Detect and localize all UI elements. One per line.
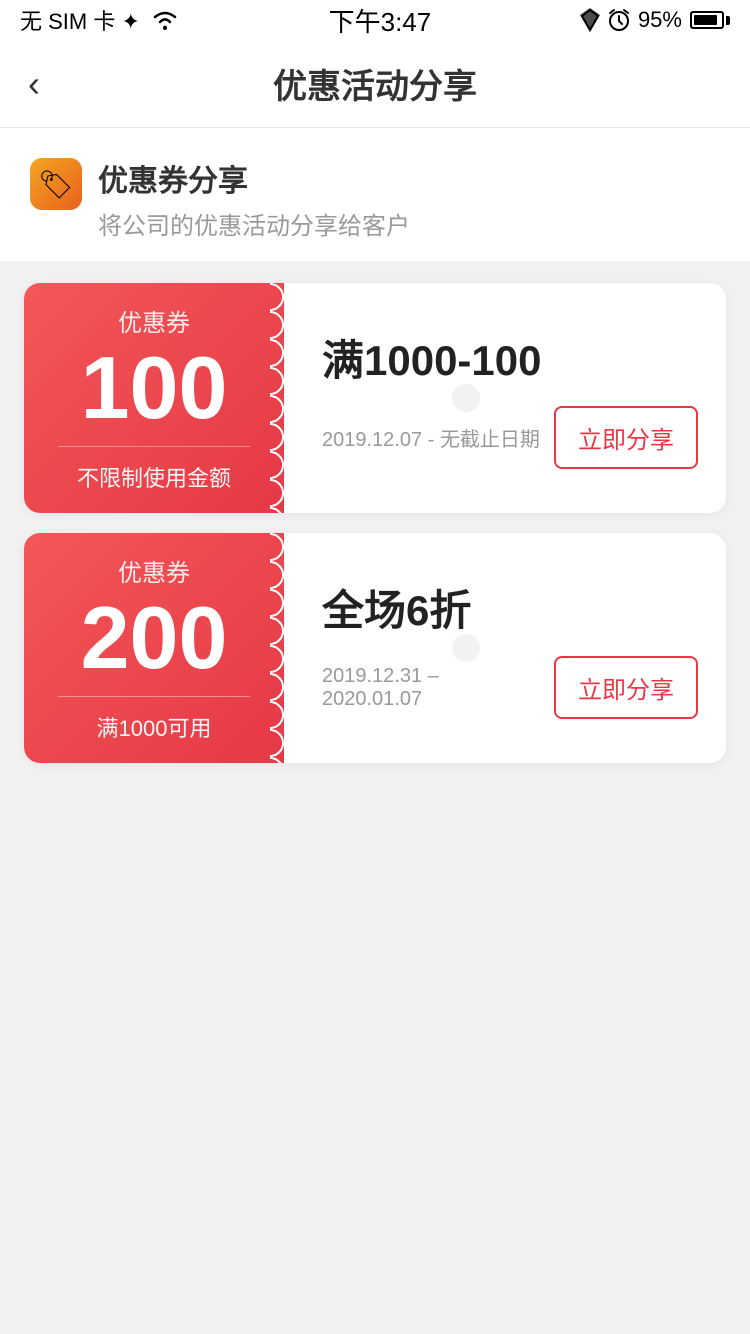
coupon-right-2: 全场6折 2019.12.31 – 2020.01.07 立即分享	[284, 533, 726, 763]
coupon-icon: 🏷	[38, 168, 74, 201]
wifi-icon	[150, 9, 180, 31]
coupon-name-2: 全场6折	[322, 577, 698, 638]
coupon-amount-2: 200	[81, 594, 228, 682]
battery-percent: 95%	[638, 7, 682, 33]
share-button-1[interactable]: 立即分享	[554, 406, 698, 469]
coupon-date-2: 2019.12.31 – 2020.01.07	[322, 665, 544, 711]
battery-icon	[690, 11, 730, 29]
coupon-connector-top	[452, 384, 480, 412]
coupon-divider-2	[58, 696, 250, 697]
coupon-left-1: 优惠券 100 不限制使用金额	[24, 283, 284, 513]
section-header: 🏷 优惠券分享 将公司的优惠活动分享给客户	[0, 128, 750, 261]
status-bar: 无 SIM 卡 ✦ 下午3:47 95%	[0, 0, 750, 40]
alarm-icon	[608, 8, 630, 32]
share-button-2[interactable]: 立即分享	[554, 656, 698, 719]
coupon-left-2: 优惠券 200 满1000可用	[24, 533, 284, 763]
coupon-amount-1: 100	[81, 344, 228, 432]
coupon-list: 优惠券 100 不限制使用金额 满1000-100 2019.12.07 - 无…	[0, 263, 750, 783]
coupon-card-2: 优惠券 200 满1000可用 全场6折 2019.12.31 – 2020.0…	[24, 533, 726, 763]
section-title: 优惠券分享	[98, 156, 410, 200]
section-text: 优惠券分享 将公司的优惠活动分享给客户	[98, 156, 410, 241]
coupon-connector-2	[452, 634, 480, 662]
coupon-condition-1: 不限制使用金额	[77, 461, 231, 493]
coupon-divider-1	[58, 446, 250, 447]
coupon-right-1: 满1000-100 2019.12.07 - 无截止日期 立即分享	[284, 283, 726, 513]
coupon-bottom-row-1: 2019.12.07 - 无截止日期 立即分享	[322, 406, 698, 469]
coupon-label-1: 优惠券	[118, 303, 190, 338]
sim-text: 无 SIM 卡 ✦	[20, 4, 140, 36]
status-time: 下午3:47	[329, 2, 432, 39]
location-icon	[580, 8, 600, 32]
status-left: 无 SIM 卡 ✦	[20, 4, 180, 36]
coupon-condition-2: 满1000可用	[97, 711, 212, 743]
coupon-label-2: 优惠券	[118, 553, 190, 588]
coupon-name-1: 满1000-100	[322, 327, 698, 388]
coupon-bottom-row-2: 2019.12.31 – 2020.01.07 立即分享	[322, 656, 698, 719]
section-desc: 将公司的优惠活动分享给客户	[98, 206, 410, 241]
nav-bar: ‹ 优惠活动分享	[0, 40, 750, 128]
back-button[interactable]: ‹	[28, 63, 40, 105]
status-right: 95%	[580, 7, 730, 33]
section-icon: 🏷	[30, 158, 82, 210]
coupon-date-1: 2019.12.07 - 无截止日期	[322, 423, 544, 452]
coupon-card: 优惠券 100 不限制使用金额 满1000-100 2019.12.07 - 无…	[24, 283, 726, 513]
page-title: 优惠活动分享	[273, 59, 477, 108]
